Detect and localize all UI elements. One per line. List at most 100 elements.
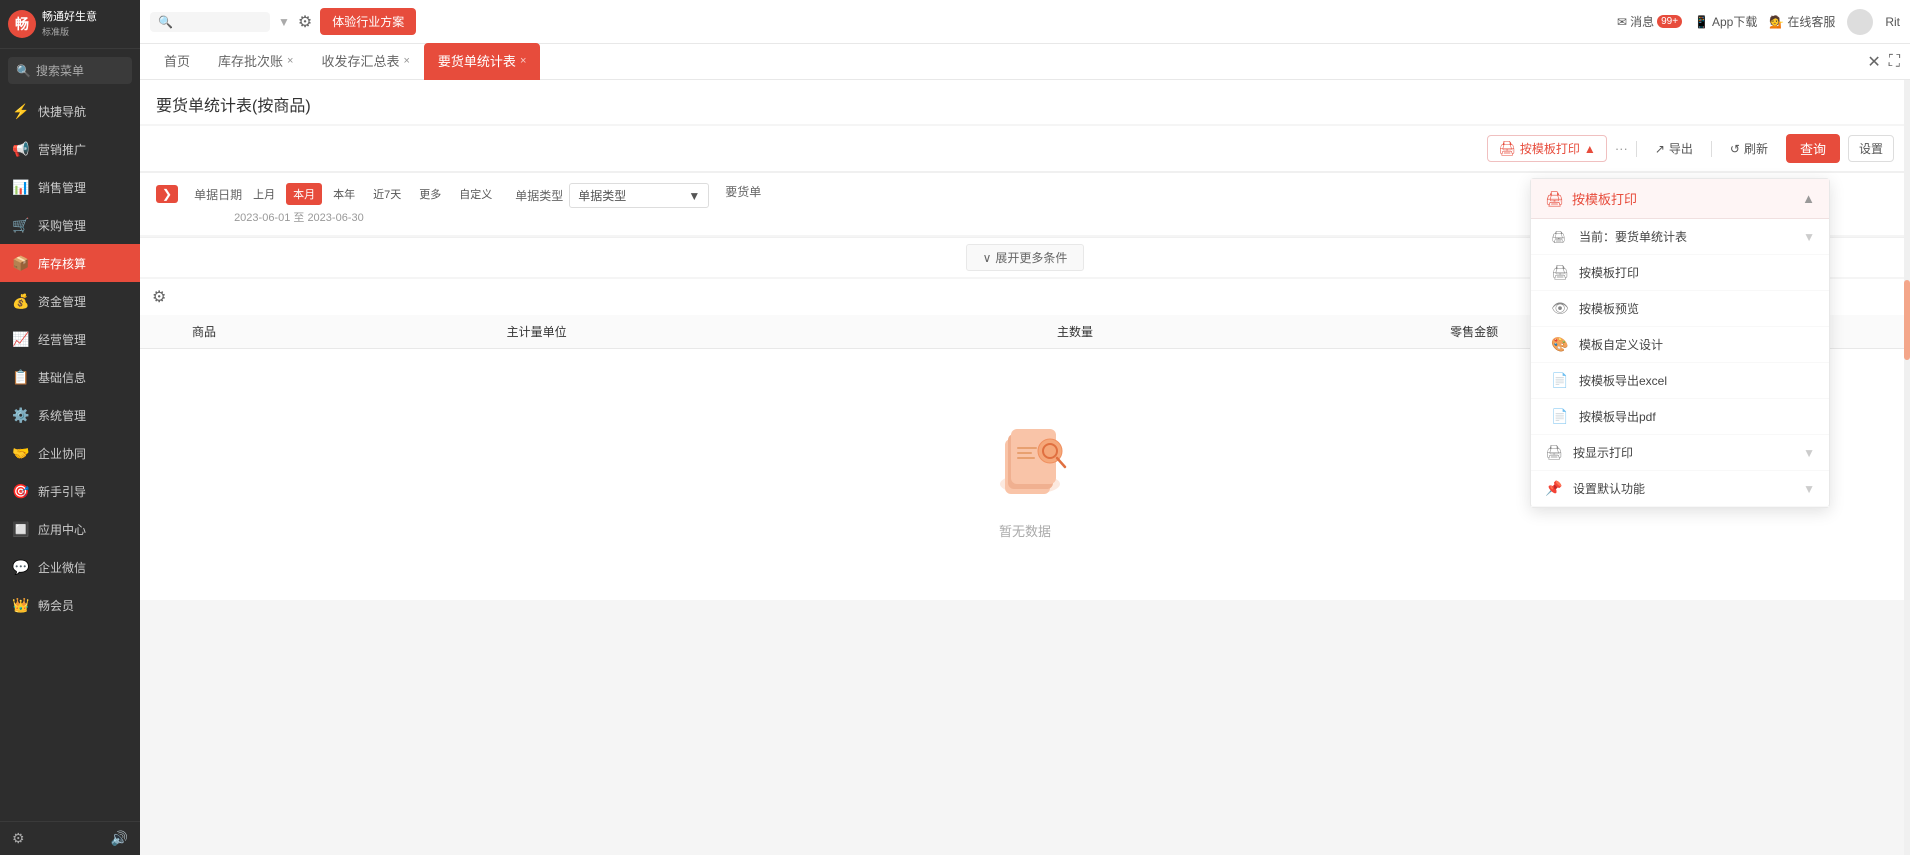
action-dots[interactable]: ··· — [1615, 141, 1628, 156]
type-select-value: 单据类型 — [578, 187, 626, 204]
sidebar-item-guide[interactable]: 🎯 新手引导 — [0, 472, 140, 510]
settings-footer-icon[interactable]: ⚙ — [12, 830, 25, 847]
logo-icon: 畅 — [8, 10, 36, 38]
purchase-icon: 🛒 — [12, 216, 30, 234]
settings-button[interactable]: 设置 — [1848, 135, 1894, 162]
message-badge: 99+ — [1657, 15, 1682, 28]
dropdown-template-print[interactable]: 🖨 按模板打印 — [1531, 255, 1829, 291]
sidebar-item-collab[interactable]: 🤝 企业协同 — [0, 434, 140, 472]
sidebar-item-sales[interactable]: 📊 销售管理 — [0, 168, 140, 206]
logo-name: 畅通好生意 — [42, 10, 97, 24]
tab-close-all-icon[interactable]: ✕ — [1867, 52, 1880, 72]
sidebar-item-marketing[interactable]: 📢 营销推广 — [0, 130, 140, 168]
filter-expand-icon[interactable]: ❯ — [156, 185, 178, 203]
tab-inventory-batch[interactable]: 库存批次账 × — [204, 43, 307, 80]
dropdown-current-template[interactable]: 🖨 当前：要货单统计表 ▼ — [1531, 219, 1829, 255]
sidebar-item-label: 应用中心 — [38, 521, 86, 538]
sidebar-item-member[interactable]: 👑 畅会员 — [0, 586, 140, 624]
date-btn-prev-month[interactable]: 上月 — [246, 183, 282, 205]
page-header: 要货单统计表(按商品) — [140, 80, 1910, 124]
sidebar-item-finance[interactable]: 💰 资金管理 — [0, 282, 140, 320]
date-btn-cur-month[interactable]: 本月 — [286, 183, 322, 205]
dropdown-chevron-up-icon: ▲ — [1802, 191, 1815, 206]
date-btn-7days[interactable]: 近7天 — [366, 183, 408, 205]
sidebar-item-label: 营销推广 — [38, 141, 86, 158]
search-menu-button[interactable]: 🔍 搜索菜单 — [8, 57, 132, 84]
sidebar-item-wechat[interactable]: 💬 企业微信 — [0, 548, 140, 586]
refresh-icon: ↺ — [1730, 142, 1740, 156]
app-download-action[interactable]: 📱 App下载 — [1694, 13, 1757, 30]
refresh-button[interactable]: ↺ 刷新 — [1720, 136, 1778, 161]
tab-sales-summary-close[interactable]: × — [403, 55, 409, 67]
sidebar-item-purchase[interactable]: 🛒 采购管理 — [0, 206, 140, 244]
dropdown-template-pdf-label: 按模板导出pdf — [1579, 408, 1656, 425]
message-label: 消息 — [1630, 13, 1654, 30]
message-action[interactable]: ✉ 消息 99+ — [1617, 13, 1682, 30]
date-range-text: 2023-06-01 至 2023-06-30 — [194, 209, 499, 225]
inventory-icon: 📦 — [12, 254, 30, 272]
right-scrollbar-thumb[interactable] — [1904, 280, 1910, 360]
tab-sales-summary[interactable]: 收发存汇总表 × — [307, 43, 423, 80]
sidebar-footer: ⚙ 🔊 — [0, 821, 140, 855]
sidebar-item-quick-nav[interactable]: ⚡ 快捷导航 — [0, 92, 140, 130]
date-btn-year[interactable]: 本年 — [326, 183, 362, 205]
topbar-search-input[interactable] — [177, 15, 257, 29]
dropdown-display-print-chevron: ▼ — [1803, 446, 1815, 460]
trial-button[interactable]: 体验行业方案 — [320, 8, 416, 35]
guide-icon: 🎯 — [12, 482, 30, 500]
dropdown-current-label: 当前：要货单统计表 — [1579, 228, 1793, 245]
export-button[interactable]: ↗ 导出 — [1645, 136, 1703, 161]
sidebar-item-label: 系统管理 — [38, 407, 86, 424]
search-icon: 🔍 — [16, 64, 31, 78]
query-button[interactable]: 查询 — [1786, 134, 1840, 163]
tab-order-stats[interactable]: 要货单统计表 × — [424, 43, 540, 80]
dropdown-header[interactable]: 🖨 按模板打印 ▲ — [1531, 179, 1829, 219]
expand-more-button[interactable]: ∨ 展开更多条件 — [966, 244, 1085, 271]
sidebar-search-area[interactable]: 🔍 搜索菜单 — [0, 49, 140, 92]
empty-illustration — [975, 409, 1075, 509]
col-goods: 商品 — [180, 315, 495, 349]
sidebar-item-basic[interactable]: 📋 基础信息 — [0, 358, 140, 396]
type-filter-label: 单据类型 — [515, 187, 563, 204]
dropdown-template-design-icon: 🎨 — [1551, 336, 1569, 353]
sidebar-item-apps[interactable]: 🔲 应用中心 — [0, 510, 140, 548]
tab-order-stats-close[interactable]: × — [520, 55, 526, 67]
dropdown-display-print[interactable]: 🖨 按显示打印 ▼ — [1531, 435, 1829, 471]
dropdown-set-default[interactable]: 📌 设置默认功能 ▼ — [1531, 471, 1829, 507]
print-template-button[interactable]: 🖨 按模板打印 ▲ — [1487, 135, 1607, 162]
topbar-search[interactable]: 🔍 — [150, 12, 270, 32]
tab-inventory-batch-close[interactable]: × — [287, 55, 293, 67]
user-avatar[interactable] — [1847, 9, 1873, 35]
date-btn-more[interactable]: 更多 — [412, 183, 448, 205]
column-settings-icon[interactable]: ⚙ — [152, 287, 166, 307]
dropdown-display-print-left: 🖨 按显示打印 — [1545, 444, 1633, 461]
print-chevron-icon: ▲ — [1584, 142, 1596, 156]
dropdown-template-design[interactable]: 🎨 模板自定义设计 — [1531, 327, 1829, 363]
dropdown-print-icon: 🖨 — [1545, 190, 1564, 208]
sidebar-item-inventory[interactable]: 📦 库存核算 — [0, 244, 140, 282]
tab-home[interactable]: 首页 — [150, 43, 204, 80]
tab-inventory-batch-label: 库存批次账 — [218, 51, 283, 70]
date-btn-custom[interactable]: 自定义 — [452, 183, 499, 205]
dropdown-template-excel[interactable]: 📄 按模板导出excel — [1531, 363, 1829, 399]
audio-footer-icon[interactable]: 🔊 — [111, 830, 128, 847]
tab-expand-icon[interactable]: ⛶ — [1889, 53, 1900, 71]
main-area: 🔍 ▼ ⚙ 体验行业方案 ✉ 消息 99+ 📱 App下载 💁 在线客服 Rit — [140, 0, 1910, 855]
dropdown-template-pdf[interactable]: 📄 按模板导出pdf — [1531, 399, 1829, 435]
online-service-icon: 💁 — [1769, 15, 1784, 29]
business-icon: 📈 — [12, 330, 30, 348]
apps-icon: 🔲 — [12, 520, 30, 538]
sidebar-item-business[interactable]: 📈 经营管理 — [0, 320, 140, 358]
print-icon: 🖨 — [1498, 140, 1516, 157]
goods-filter-group: 要货单 — [725, 183, 761, 200]
sidebar-item-system[interactable]: ⚙️ 系统管理 — [0, 396, 140, 434]
filter-expand-toggle[interactable]: ❯ — [156, 183, 178, 203]
sidebar-item-label: 畅会员 — [38, 597, 74, 614]
dropdown-template-preview[interactable]: 👁 按模板预览 — [1531, 291, 1829, 327]
basic-icon: 📋 — [12, 368, 30, 386]
online-service-action[interactable]: 💁 在线客服 — [1769, 13, 1835, 30]
type-filter-group: 单据类型 单据类型 ▼ — [515, 183, 709, 208]
topbar-gear-icon[interactable]: ⚙ — [298, 12, 312, 32]
type-filter-select[interactable]: 单据类型 ▼ — [569, 183, 709, 208]
logo-badge: 标准版 — [42, 25, 97, 38]
